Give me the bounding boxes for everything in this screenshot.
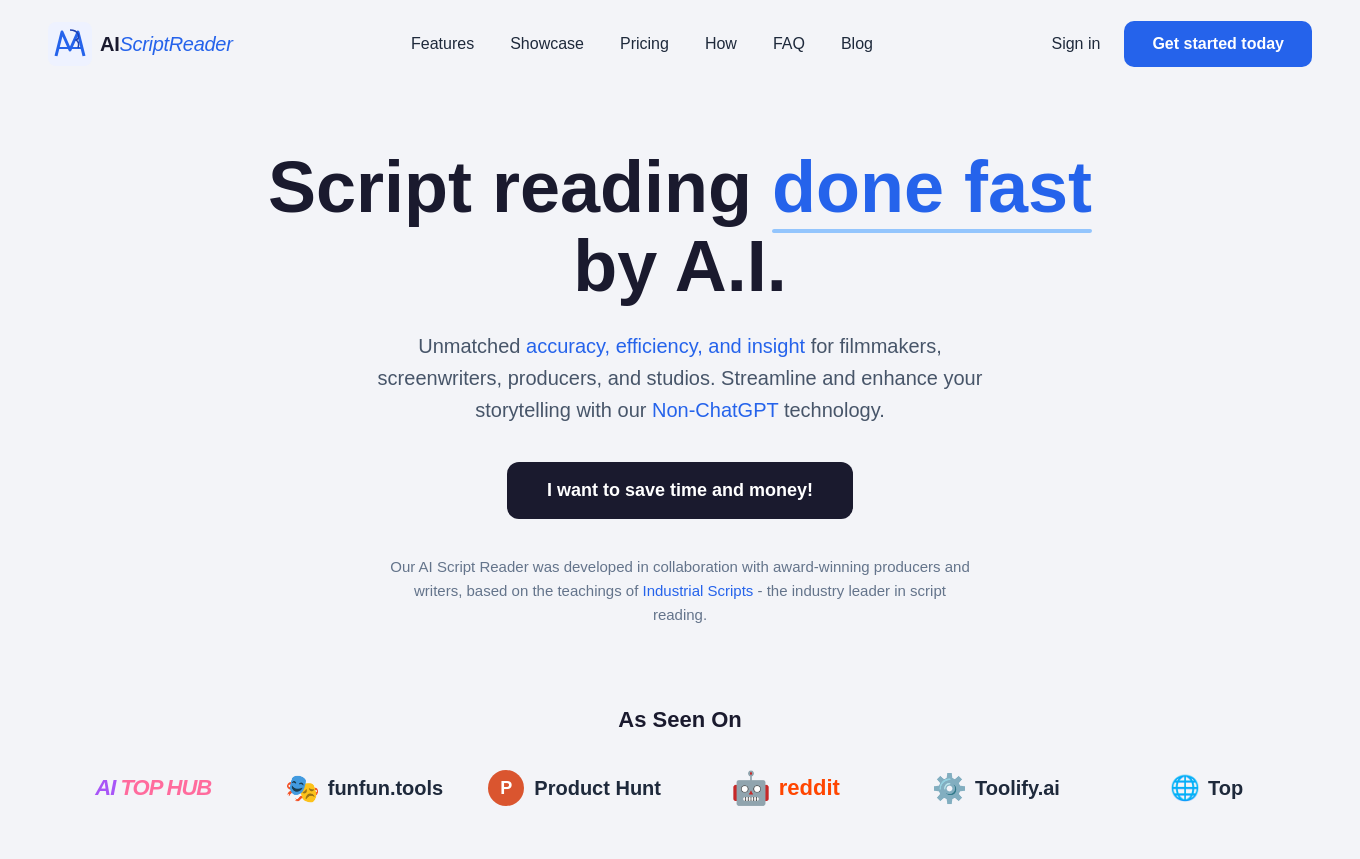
svg-rect-0 <box>48 22 92 66</box>
funfun-icon: 🎭 <box>285 772 320 805</box>
nav-links: Features Showcase Pricing How FAQ Blog <box>411 35 873 53</box>
logos-row: AI TOP HUB 🎭 funfun.tools P Product Hunt… <box>48 761 1312 815</box>
logo-link[interactable]: AIScriptReader <box>48 22 233 66</box>
toolify-text: Toolify.ai <box>975 777 1060 800</box>
subtitle-accent: accuracy, efficiency, and insight <box>526 335 805 357</box>
hero-subtitle: Unmatched accuracy, efficiency, and insi… <box>370 330 990 426</box>
producthunt-icon: P <box>488 770 524 806</box>
top-text: Top <box>1208 777 1243 800</box>
nav-showcase[interactable]: Showcase <box>510 35 584 52</box>
logo-producthunt: P Product Hunt <box>469 762 680 814</box>
sign-in-link[interactable]: Sign in <box>1051 35 1100 53</box>
funfun-text: funfun.tools <box>328 777 444 800</box>
nav-blog[interactable]: Blog <box>841 35 873 52</box>
navbar: AIScriptReader Features Showcase Pricing… <box>0 0 1360 88</box>
funfun-logo: 🎭 funfun.tools <box>285 772 444 805</box>
subtitle-accent2: Non-ChatGPT <box>652 399 778 421</box>
nav-right: Sign in Get started today <box>1051 21 1312 67</box>
logo-aitophub: AI TOP HUB <box>48 767 259 809</box>
nav-pricing[interactable]: Pricing <box>620 35 669 52</box>
logo-icon <box>48 22 92 66</box>
logo-top: 🌐 Top <box>1101 766 1312 810</box>
industrial-scripts-link[interactable]: Industrial Scripts <box>643 582 754 599</box>
reddit-icon: 🤖 <box>731 769 771 807</box>
aitophub-logo: AI TOP HUB <box>95 775 211 801</box>
reddit-text: reddit <box>779 775 840 801</box>
get-started-button[interactable]: Get started today <box>1124 21 1312 67</box>
producthunt-logo: P Product Hunt <box>488 770 661 806</box>
nav-features[interactable]: Features <box>411 35 474 52</box>
as-seen-on-title: As Seen On <box>48 707 1312 733</box>
hero-description: Our AI Script Reader was developed in co… <box>390 555 970 627</box>
logo-reddit: 🤖 reddit <box>680 761 891 815</box>
logo-text: AIScriptReader <box>100 33 233 56</box>
logo-toolify: ⚙️ Toolify.ai <box>891 764 1102 813</box>
hero-title-part1: Script reading <box>268 147 772 227</box>
reddit-logo: 🤖 reddit <box>731 769 840 807</box>
top-icon: 🌐 <box>1170 774 1200 802</box>
logo-funfun: 🎭 funfun.tools <box>259 764 470 813</box>
nav-how[interactable]: How <box>705 35 737 52</box>
nav-faq[interactable]: FAQ <box>773 35 805 52</box>
producthunt-text: Product Hunt <box>534 777 661 800</box>
hero-title-highlight: done fast <box>772 148 1092 227</box>
toolify-logo: ⚙️ Toolify.ai <box>932 772 1060 805</box>
hero-title-part2: by A.I. <box>573 226 786 306</box>
hero-section: Script reading done fast by A.I. Unmatch… <box>0 88 1360 667</box>
hero-title: Script reading done fast by A.I. <box>268 148 1092 306</box>
subtitle-end: technology. <box>778 399 884 421</box>
hero-cta-button[interactable]: I want to save time and money! <box>507 462 853 519</box>
top-logo: 🌐 Top <box>1170 774 1243 802</box>
subtitle-pre: Unmatched <box>418 335 526 357</box>
toolify-icon: ⚙️ <box>932 772 967 805</box>
as-seen-on-section: As Seen On AI TOP HUB 🎭 funfun.tools P P… <box>0 667 1360 839</box>
